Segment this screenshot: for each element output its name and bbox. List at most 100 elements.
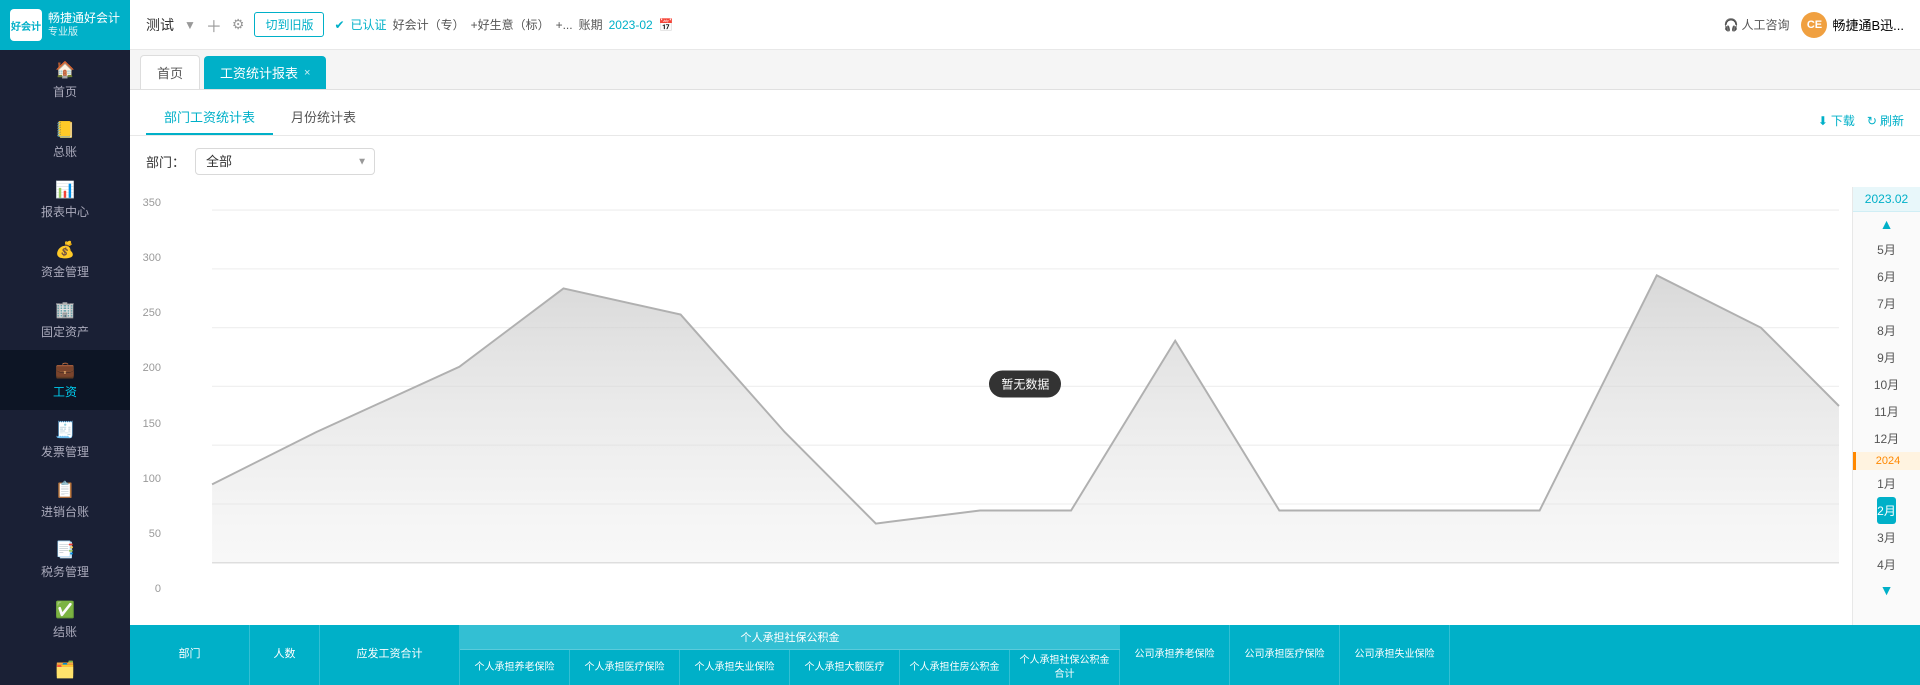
month-item-2023-5月[interactable]: 5月 [1874, 236, 1899, 263]
tab-salary-report[interactable]: 工资统计报表 × [204, 56, 326, 89]
y-label-0: 0 [130, 583, 165, 595]
sidebar-item-home[interactable]: 🏠 首页 [0, 50, 130, 110]
period-label: 账期 [579, 16, 603, 33]
y-label-250: 250 [130, 307, 165, 319]
toolbar: 部门： 全部销售部财务部人事部技术部 ▼ [130, 136, 1920, 187]
archive-icon: 🗂️ [55, 660, 75, 680]
month-item-2023-7月[interactable]: 7月 [1874, 290, 1899, 317]
switch-version-btn[interactable]: 切到旧版 [254, 12, 324, 37]
th-个人承担住房公积金: 个人承担住房公积金 [900, 650, 1010, 685]
th-个人承担失业保险: 个人承担失业保险 [680, 650, 790, 685]
sidebar-label-home: 首页 [53, 83, 77, 100]
month-item-2024-4月[interactable]: 4月 [1877, 551, 1896, 578]
date-up-arrow[interactable]: ▲ [1876, 212, 1898, 236]
month-item-2024-2月[interactable]: 2月 [1877, 497, 1896, 524]
assist-btn[interactable]: 🎧 人工咨询 [1724, 16, 1790, 33]
th-部门: 部门 [130, 625, 250, 685]
headset-icon: 🎧 [1724, 18, 1739, 32]
tab-salary-label: 工资统计报表 [220, 63, 298, 82]
sidebar-item-salary[interactable]: 💼工资 [0, 350, 130, 410]
topbar-status: ✔ 已认证 好会计（专） +好生意（标） +... 账期 2023-02 📅 [334, 16, 673, 33]
month-item-2024-1月[interactable]: 1月 [1877, 470, 1896, 497]
sidebar-item-invoice[interactable]: 🧾 发票管理 [0, 410, 130, 470]
months-2023-list: 5月6月7月8月9月10月11月12月 [1874, 236, 1899, 452]
year-2024-header: 2024 [1853, 452, 1920, 470]
topbar-add-btn[interactable]: ＋ [206, 13, 222, 37]
subtab-部门工资统计表[interactable]: 部门工资统计表 [146, 100, 273, 135]
sidebar-label-funds: 资金管理 [41, 263, 89, 280]
accounting-label: 好会计（专） [393, 16, 465, 33]
sidebar-item-assets[interactable]: 🏢 固定资产 [0, 290, 130, 350]
chart-area: 050100150200250300350 [130, 187, 1852, 625]
months-2024-list: 1月2月3月4月 [1877, 470, 1896, 578]
th-个人承担医疗保险: 个人承担医疗保险 [570, 650, 680, 685]
calendar-icon[interactable]: 📅 [659, 18, 674, 32]
download-icon: ⬇ [1818, 114, 1828, 128]
th-个人承担养老保险: 个人承担养老保险 [460, 650, 570, 685]
assets-icon: 🏢 [55, 300, 75, 320]
tax-icon: 📑 [55, 540, 75, 560]
sidebar-label-assets: 固定资产 [41, 323, 89, 340]
sidebar-label-sales: 进销台账 [41, 503, 89, 520]
close-tab-btn[interactable]: × [304, 67, 310, 79]
download-label: 下载 [1831, 112, 1855, 129]
month-item-2023-11月[interactable]: 11月 [1874, 398, 1899, 425]
dept-label: 部门： [146, 152, 185, 171]
sidebar-label-reports: 报表中心 [41, 203, 89, 220]
y-label-300: 300 [130, 252, 165, 264]
sidebar-logo: 好会计 畅捷通好会计 专业版 [0, 0, 130, 50]
sidebar-label-salary: 工资 [53, 383, 77, 400]
table-header: 部门人数应发工资合计个人承担社保公积金个人承担养老保险个人承担医疗保险个人承担失… [130, 625, 1920, 685]
month-item-2023-6月[interactable]: 6月 [1874, 263, 1899, 290]
month-item-2023-9月[interactable]: 9月 [1874, 344, 1899, 371]
month-item-2024-3月[interactable]: 3月 [1877, 524, 1896, 551]
month-item-2023-12月[interactable]: 12月 [1874, 425, 1899, 452]
topbar: 测试 ▼ ＋ ⚙ 切到旧版 ✔ 已认证 好会计（专） +好生意（标） +... … [130, 0, 1920, 50]
tabbar: 首页 工资统计报表 × [130, 50, 1920, 90]
th-group-header: 个人承担社保公积金 [460, 625, 1120, 650]
cert-icon: ✔ [334, 18, 344, 32]
y-label-150: 150 [130, 418, 165, 430]
sidebar-item-settle[interactable]: ✅结账 [0, 590, 130, 650]
reports-icon: 📊 [55, 180, 75, 200]
topbar-title: 测试 [146, 15, 174, 35]
topbar-settings-btn[interactable]: ⚙ [232, 16, 245, 33]
user-menu[interactable]: CE 畅捷通B迅... [1801, 12, 1904, 38]
y-label-350: 350 [130, 197, 165, 209]
sidebar-label-settle: 结账 [53, 623, 77, 640]
chart-area-fill [212, 275, 1839, 562]
subtab-月份统计表[interactable]: 月份统计表 [273, 100, 374, 135]
sidebar-label-invoice: 发票管理 [41, 443, 89, 460]
th-个人承担大额医疗: 个人承担大额医疗 [790, 650, 900, 685]
brand-sub: 专业版 [48, 26, 120, 39]
year-2023-label: 2023.02 [1853, 187, 1920, 212]
sidebar-label-tax: 税务管理 [41, 563, 89, 580]
main-content: 测试 ▼ ＋ ⚙ 切到旧版 ✔ 已认证 好会计（专） +好生意（标） +... … [130, 0, 1920, 685]
sidebar-item-sales[interactable]: 📋进销台账 [0, 470, 130, 530]
tab-home[interactable]: 首页 [140, 55, 200, 89]
biz-label: +好生意（标） [471, 16, 550, 33]
y-label-50: 50 [130, 528, 165, 540]
sidebar-item-ledger[interactable]: 📒总账 [0, 110, 130, 170]
y-label-100: 100 [130, 473, 165, 485]
month-item-2023-10月[interactable]: 10月 [1874, 371, 1899, 398]
date-down-arrow[interactable]: ▼ [1876, 578, 1898, 602]
dept-select[interactable]: 全部销售部财务部人事部技术部 [195, 148, 375, 175]
period-value: 2023-02 [609, 18, 653, 32]
invoice-icon: 🧾 [55, 420, 75, 440]
topbar-dropdown-arrow[interactable]: ▼ [184, 18, 196, 32]
download-btn[interactable]: ⬇ 下载 [1818, 112, 1855, 129]
content-area: 部门工资统计表月份统计表 ⬇ 下载 ↻ 刷新 部门： 全部销售部财务部人事部技术… [130, 90, 1920, 685]
home-icon: 🏠 [55, 60, 75, 80]
brand-name: 畅捷通好会计 [48, 11, 120, 27]
sidebar-item-funds[interactable]: 💰资金管理 [0, 230, 130, 290]
sidebar-item-tax[interactable]: 📑 税务管理 [0, 530, 130, 590]
month-item-2023-8月[interactable]: 8月 [1874, 317, 1899, 344]
refresh-icon: ↻ [1867, 114, 1877, 128]
subtabs-actions: ⬇ 下载 ↻ 刷新 [1818, 112, 1904, 135]
th-个人承担社保公积金合计: 个人承担社保公积金合计 [1010, 650, 1120, 685]
refresh-btn[interactable]: ↻ 刷新 [1867, 112, 1904, 129]
topbar-right: 🎧 人工咨询 CE 畅捷通B迅... [1724, 12, 1904, 38]
sidebar-item-reports[interactable]: 📊 报表中心 [0, 170, 130, 230]
sidebar-item-archive[interactable]: 🗂️归档管理 [0, 650, 130, 685]
